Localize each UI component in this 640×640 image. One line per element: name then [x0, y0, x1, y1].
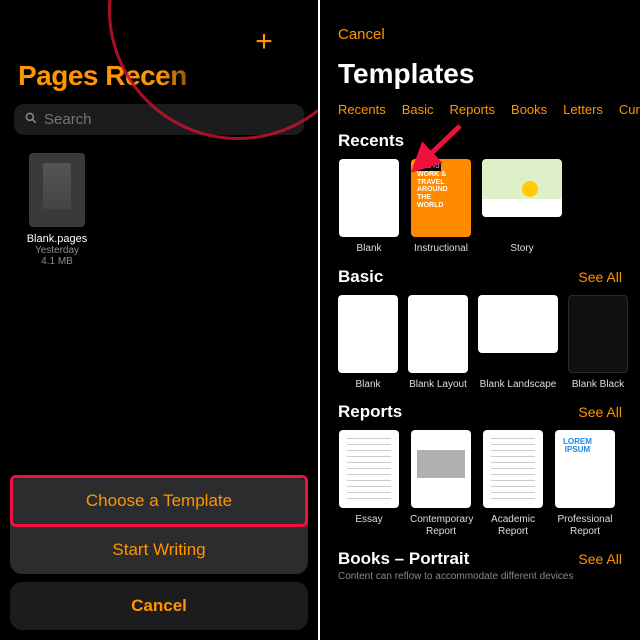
category-tabs: Recents Basic Reports Books Letters Curr…: [320, 94, 640, 127]
new-document-button[interactable]: +: [250, 28, 278, 56]
template-thumbnail: [411, 430, 471, 508]
choose-template-button[interactable]: Choose a Template: [10, 477, 308, 525]
template-thumbnail: [482, 159, 562, 217]
template-blank[interactable]: Blank: [338, 295, 398, 391]
section-title: Recents: [338, 131, 404, 151]
template-thumbnail: [411, 159, 471, 237]
nav-bar: Cancel: [320, 0, 640, 50]
template-blank[interactable]: Blank: [338, 159, 400, 255]
documents-grid: Blank.pages Yesterday 4.1 MB: [0, 145, 318, 275]
section-title: Reports: [338, 402, 402, 422]
tab-recents[interactable]: Recents: [338, 102, 386, 117]
template-professional-report[interactable]: Professional Report: [554, 430, 616, 537]
section-subtitle: Content can reflow to accommodate differ…: [320, 571, 640, 582]
document-size: 4.1 MB: [14, 256, 100, 267]
section-basic: Basic See All Blank Blank Layout Blank L…: [320, 263, 640, 399]
template-academic-report[interactable]: Academic Report: [482, 430, 544, 537]
tab-books[interactable]: Books: [511, 102, 547, 117]
section-reports: Reports See All Essay Contemporary Repor…: [320, 398, 640, 545]
page-title: Templates: [320, 50, 640, 94]
start-writing-button[interactable]: Start Writing: [10, 526, 308, 574]
template-thumbnail: [478, 295, 558, 353]
template-thumbnail: [338, 295, 398, 373]
template-essay[interactable]: Essay: [338, 430, 400, 537]
see-all-link[interactable]: See All: [578, 551, 622, 567]
cancel-button[interactable]: Cancel: [10, 582, 308, 630]
section-title: Basic: [338, 267, 383, 287]
template-thumbnail: [339, 430, 399, 508]
see-all-link[interactable]: See All: [578, 404, 622, 420]
template-story[interactable]: Story: [482, 159, 562, 255]
template-thumbnail: [483, 430, 543, 508]
search-input[interactable]: [14, 104, 304, 135]
action-sheet: Choose a Template Start Writing Cancel: [0, 477, 318, 640]
document-thumbnail: [29, 153, 85, 227]
tab-basic[interactable]: Basic: [402, 102, 434, 117]
see-all-link[interactable]: See All: [578, 269, 622, 285]
document-date: Yesterday: [14, 245, 100, 256]
header: Pages Recen +: [0, 0, 318, 100]
plus-icon: +: [255, 25, 273, 58]
tab-reports[interactable]: Reports: [450, 102, 496, 117]
tab-curriculum[interactable]: Curric: [619, 102, 640, 117]
template-blank-landscape[interactable]: Blank Landscape: [478, 295, 558, 391]
search-icon: [24, 111, 38, 128]
templates-screen: Cancel Templates Recents Basic Reports B…: [320, 0, 640, 640]
section-title: Books – Portrait: [338, 549, 469, 569]
tab-letters[interactable]: Letters: [563, 102, 603, 117]
template-instructional[interactable]: Instructional: [410, 159, 472, 255]
pages-recents-screen: Pages Recen + Blank.pages Yesterday 4.1 …: [0, 0, 320, 640]
action-sheet-group: Choose a Template Start Writing: [10, 477, 308, 574]
document-name: Blank.pages: [14, 233, 100, 245]
template-blank-layout[interactable]: Blank Layout: [408, 295, 468, 391]
template-thumbnail: [555, 430, 615, 508]
template-blank-black[interactable]: Blank Black: [568, 295, 628, 391]
document-item[interactable]: Blank.pages Yesterday 4.1 MB: [14, 153, 100, 267]
template-thumbnail: [339, 159, 399, 237]
section-books: Books – Portrait See All: [320, 545, 640, 569]
template-contemporary-report[interactable]: Contemporary Report: [410, 430, 472, 537]
template-thumbnail: [568, 295, 628, 373]
page-title: Pages Recen: [18, 60, 300, 92]
cancel-link[interactable]: Cancel: [338, 26, 385, 43]
section-recents: Recents Blank Instructional Story: [320, 127, 640, 263]
template-thumbnail: [408, 295, 468, 373]
search-field[interactable]: [44, 111, 294, 128]
